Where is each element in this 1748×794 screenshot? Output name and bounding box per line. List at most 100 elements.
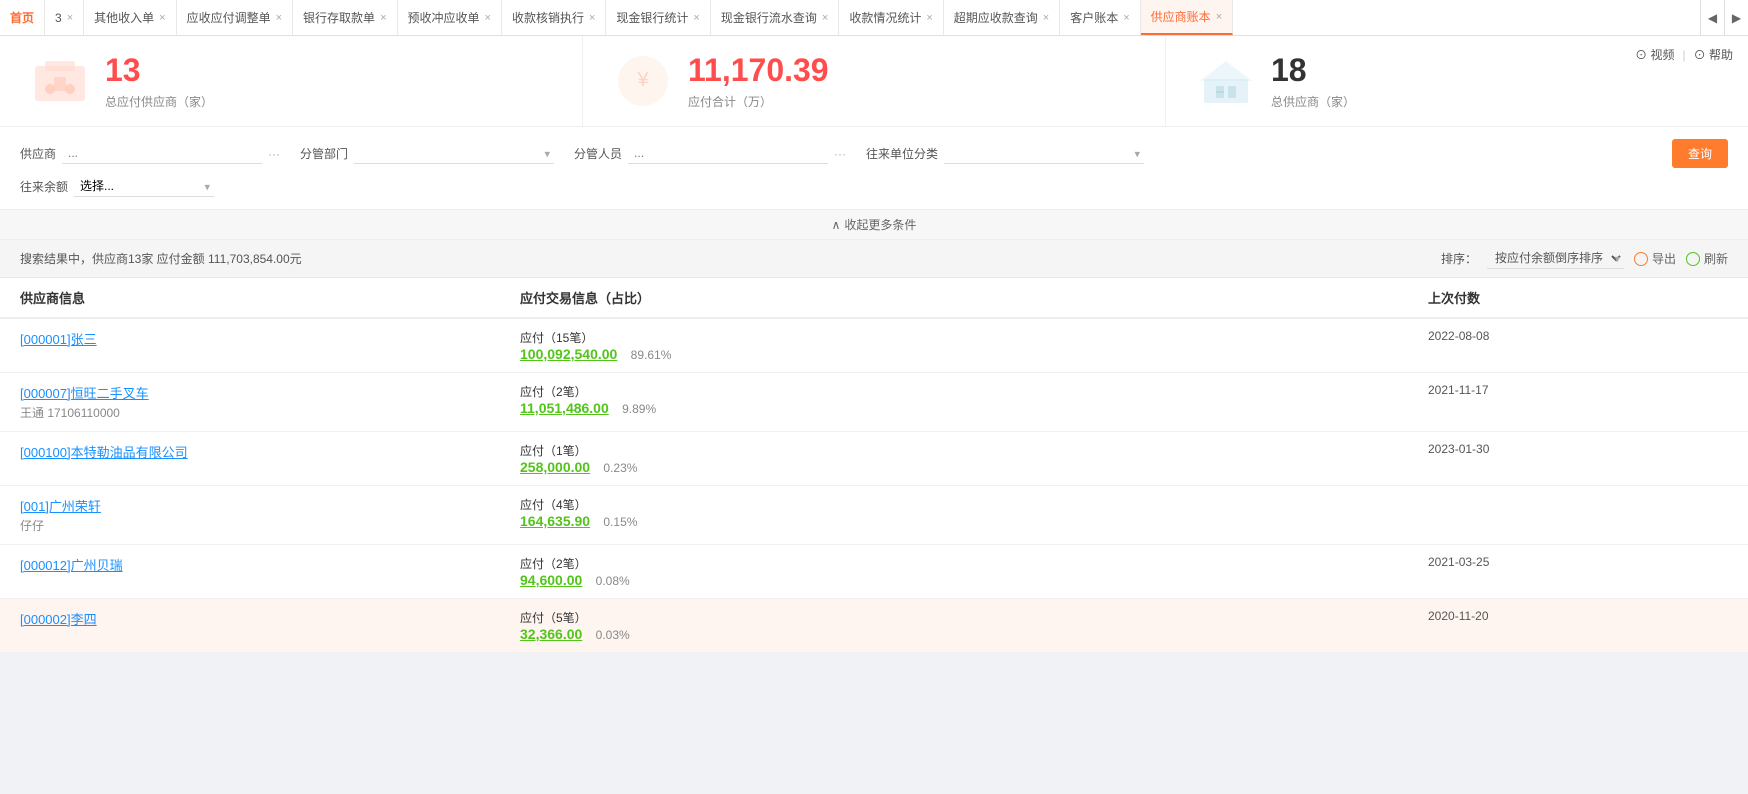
- tx-label: 应付（1笔）: [520, 442, 1428, 459]
- total-suppliers-label: 总供应商（家）: [1271, 93, 1355, 110]
- tx-amount-link[interactable]: 94,600.00: [520, 572, 582, 588]
- nav-tab-cash-stats[interactable]: 现金银行统计 ×: [606, 0, 710, 35]
- tx-amount-link[interactable]: 32,366.00: [520, 626, 582, 642]
- close-icon[interactable]: ×: [1216, 11, 1222, 23]
- video-link[interactable]: ⊙ 视频: [1635, 46, 1674, 63]
- total-suppliers-number: 18: [1271, 52, 1355, 89]
- close-icon[interactable]: ×: [1043, 12, 1049, 24]
- supplier-input[interactable]: [62, 143, 262, 164]
- close-icon[interactable]: ×: [693, 12, 699, 24]
- supplier-info-cell: [001]广州荣轩 仔仔: [20, 496, 520, 534]
- shop-icon: [1196, 51, 1256, 111]
- summary-item-total-payable: ¥ 11,170.39 应付合计（万）: [583, 36, 1166, 126]
- tx-amount-row: 94,600.00 0.08%: [520, 572, 1428, 588]
- help-link[interactable]: ⊙ 帮助: [1694, 46, 1733, 63]
- tx-amount-link[interactable]: 164,635.90: [520, 513, 590, 529]
- last-pay-date: 2023-01-30: [1428, 442, 1728, 456]
- nav-tab-overdue[interactable]: 超期应收款查询 ×: [944, 0, 1060, 35]
- supplier-name-link[interactable]: [000002]李四: [20, 609, 520, 628]
- nav-tab-customer[interactable]: 客户账本 ×: [1060, 0, 1140, 35]
- table-row-inner: [000012]广州贝瑞 应付（2笔） 94,600.00 0.08% 2021…: [0, 545, 1748, 598]
- supplier-info-cell: [000001]张三: [20, 329, 520, 348]
- close-icon[interactable]: ×: [822, 12, 828, 24]
- tx-amount-link[interactable]: 258,000.00: [520, 459, 590, 475]
- tx-label: 应付（2笔）: [520, 555, 1428, 572]
- supplier-name-link[interactable]: [000100]本特勒油品有限公司: [20, 442, 520, 461]
- sort-select[interactable]: 按应付余额倒序排序: [1487, 248, 1624, 269]
- close-icon[interactable]: ×: [380, 12, 386, 24]
- tx-amount-row: 32,366.00 0.03%: [520, 626, 1428, 642]
- nav-tab-collection[interactable]: 收款情况统计 ×: [839, 0, 943, 35]
- supplier-info-cell: [000007]恒旺二手叉车 王通 17106110000: [20, 383, 520, 421]
- close-icon[interactable]: ×: [589, 12, 595, 24]
- supplier-name-link[interactable]: [000001]张三: [20, 329, 520, 348]
- filter-area: 供应商 ··· 分管部门 分管人员 ··· 往来单位分类 查询: [0, 127, 1748, 210]
- nav-tab-supplier-label: 供应商账本: [1151, 8, 1211, 25]
- tx-percent: 0.03%: [596, 628, 630, 642]
- tx-amount-link[interactable]: 100,092,540.00: [520, 346, 617, 362]
- search-button[interactable]: 查询: [1672, 139, 1728, 168]
- export-icon: [1634, 252, 1648, 266]
- nav-tab-3[interactable]: 3 ×: [45, 0, 84, 35]
- close-icon[interactable]: ×: [159, 12, 165, 24]
- nav-arrows: ◀ ▶: [1700, 0, 1748, 36]
- nav-tab-cash-flow[interactable]: 现金银行流水查询 ×: [711, 0, 839, 35]
- tx-amount-row: 100,092,540.00 89.61%: [520, 346, 1428, 362]
- refresh-button[interactable]: 刷新: [1686, 250, 1728, 267]
- nav-tab-home[interactable]: 首页: [0, 0, 45, 35]
- nav-next-button[interactable]: ▶: [1724, 0, 1748, 36]
- nav-tab-payment[interactable]: 收款核销执行 ×: [502, 0, 606, 35]
- table-row: [000001]张三 应付（15笔） 100,092,540.00 89.61%…: [0, 319, 1748, 373]
- result-bar: 搜索结果中，供应商13家 应付金额 111,703,854.00元 排序： 按应…: [0, 240, 1748, 278]
- balance-select[interactable]: 选择...: [74, 176, 214, 197]
- chevron-up-icon: ∧: [832, 218, 841, 232]
- category-select-wrapper: [944, 143, 1144, 164]
- collapse-bar[interactable]: ∧ 收起更多条件: [0, 210, 1748, 240]
- refresh-label: 刷新: [1704, 250, 1728, 267]
- supplier-info-cell: [000100]本特勒油品有限公司: [20, 442, 520, 461]
- supplier-name-link[interactable]: [001]广州荣轩: [20, 496, 520, 515]
- nav-tab-customer-label: 客户账本: [1070, 9, 1118, 26]
- nav-tab-bank[interactable]: 银行存取款单 ×: [293, 0, 397, 35]
- close-icon[interactable]: ×: [1123, 12, 1129, 24]
- nav-tab-prepay[interactable]: 预收冲应收单 ×: [398, 0, 502, 35]
- close-icon[interactable]: ×: [926, 12, 932, 24]
- person-dots: ···: [834, 147, 846, 161]
- filter-person: 分管人员 ···: [574, 143, 846, 164]
- collapse-btn-label: 收起更多条件: [844, 216, 916, 233]
- department-select-wrapper: [354, 143, 554, 164]
- department-filter-label: 分管部门: [300, 145, 348, 162]
- col-header-lastpay: 上次付数: [1428, 288, 1728, 307]
- tx-percent: 89.61%: [631, 348, 672, 362]
- nav-tab-supplier[interactable]: 供应商账本 ×: [1141, 0, 1233, 35]
- last-pay-date: 2022-08-08: [1428, 329, 1728, 343]
- department-select[interactable]: [354, 143, 554, 164]
- nav-tab-3-close[interactable]: ×: [67, 12, 73, 24]
- table-row: [001]广州荣轩 仔仔 应付（4笔） 164,635.90 0.15%: [0, 486, 1748, 545]
- link-separator: |: [1683, 48, 1686, 62]
- nav-tab-payment-label: 收款核销执行: [512, 9, 584, 26]
- nav-tab-home-label: 首页: [10, 9, 34, 26]
- summary-total-text: 11,170.39 应付合计（万）: [688, 52, 829, 110]
- tx-info-cell: 应付（2笔） 94,600.00 0.08%: [520, 555, 1428, 588]
- category-select[interactable]: [944, 143, 1144, 164]
- tx-amount-link[interactable]: 11,051,486.00: [520, 400, 609, 416]
- nav-tab-other-income-label: 其他收入单: [94, 9, 154, 26]
- tx-percent: 9.89%: [622, 402, 656, 416]
- filter-row-2: 往来余额 选择...: [20, 176, 1728, 197]
- close-icon[interactable]: ×: [485, 12, 491, 24]
- filter-supplier: 供应商 ···: [20, 143, 280, 164]
- tx-info-cell: 应付（5笔） 32,366.00 0.03%: [520, 609, 1428, 642]
- nav-tab-other-income[interactable]: 其他收入单 ×: [84, 0, 176, 35]
- nav-prev-button[interactable]: ◀: [1700, 0, 1724, 36]
- tx-amount-row: 258,000.00 0.23%: [520, 459, 1428, 475]
- nav-tab-adjustment[interactable]: 应收应付调整单 ×: [177, 0, 293, 35]
- table-body: [000001]张三 应付（15笔） 100,092,540.00 89.61%…: [0, 319, 1748, 653]
- supplier-name-link[interactable]: [000012]广州贝瑞: [20, 555, 520, 574]
- person-filter-label: 分管人员: [574, 145, 622, 162]
- person-input[interactable]: [628, 143, 828, 164]
- summary-bar: 13 总应付供应商（家） ¥ 11,170.39 应付合计（万）: [0, 36, 1748, 127]
- export-button[interactable]: 导出: [1634, 250, 1676, 267]
- supplier-name-link[interactable]: [000007]恒旺二手叉车: [20, 383, 520, 402]
- close-icon[interactable]: ×: [276, 12, 282, 24]
